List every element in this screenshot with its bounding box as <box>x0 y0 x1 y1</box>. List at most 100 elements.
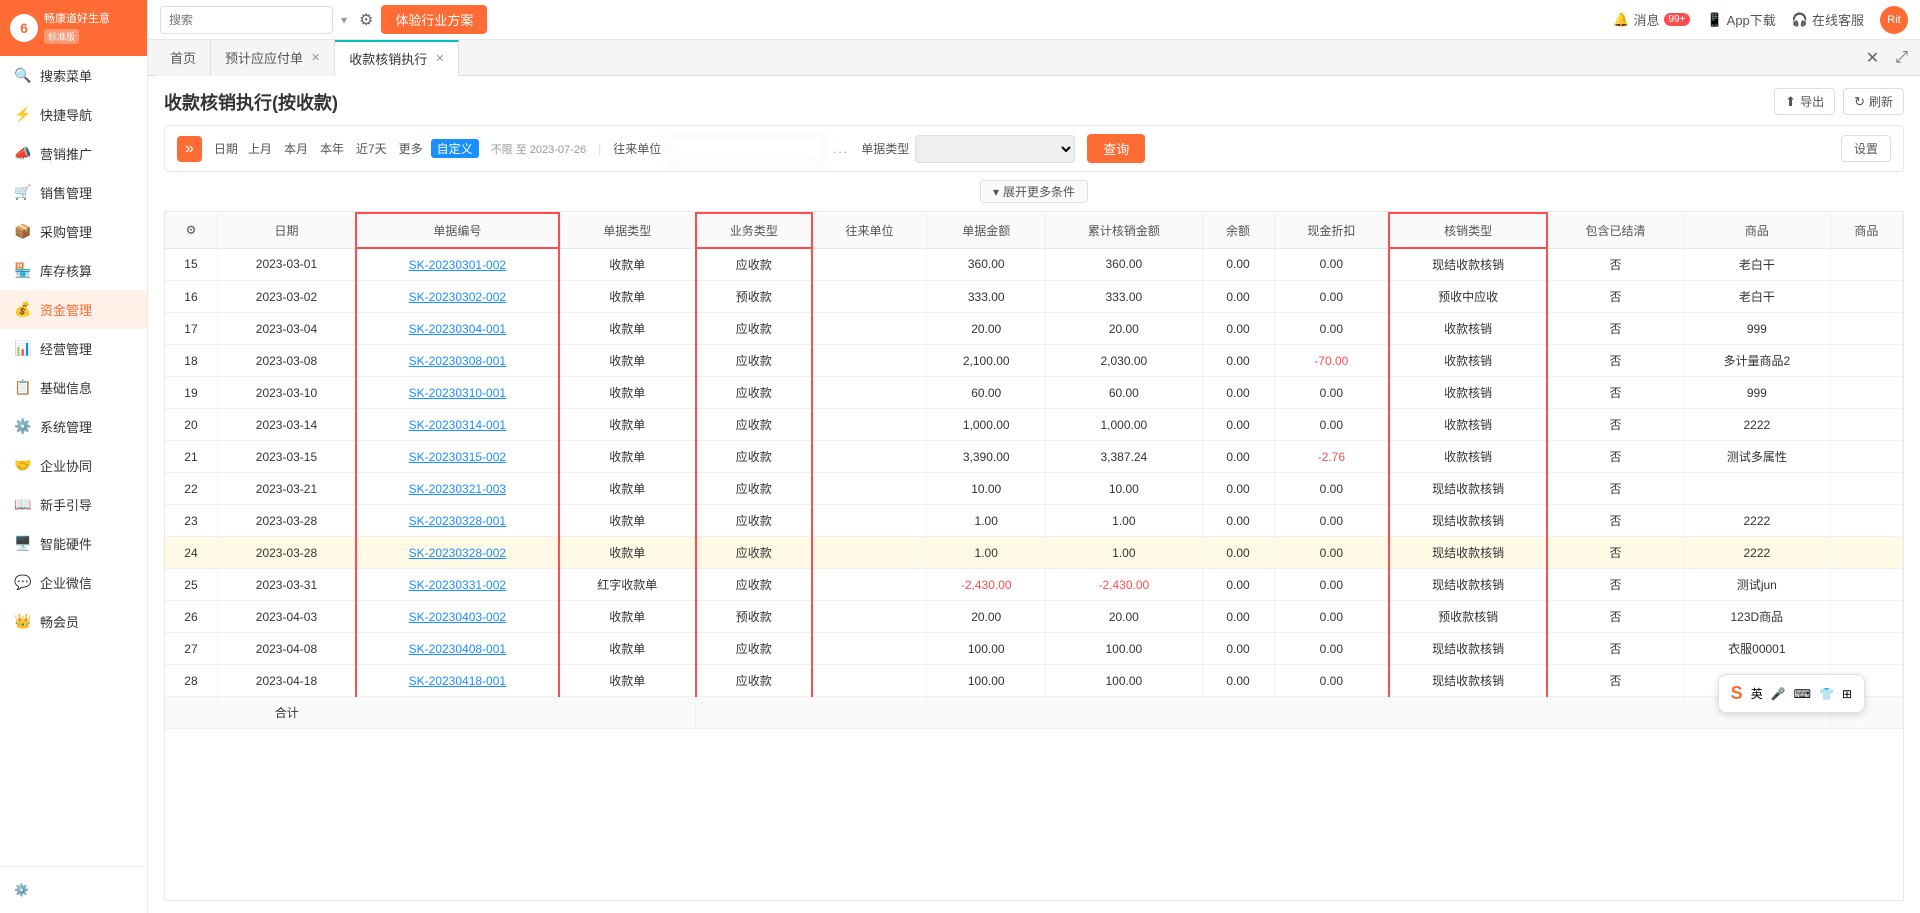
table-cell <box>1830 537 1902 569</box>
logo-number: 6 <box>20 20 28 36</box>
sidebar-item-guide[interactable]: 📖新手引导 <box>0 485 147 524</box>
logo-icon: 6 <box>10 14 38 42</box>
sidebar-item-basic[interactable]: 📋基础信息 <box>0 368 147 407</box>
col-header-settings[interactable]: ⚙ <box>165 213 217 248</box>
table-cell: 2023-03-14 <box>217 409 356 441</box>
date-last-month[interactable]: 上月 <box>244 139 276 158</box>
table-cell[interactable]: SK-20230314-001 <box>356 409 559 441</box>
tab-collection[interactable]: 收款核销执行 ✕ <box>335 40 459 76</box>
table-row: 152023-03-01SK-20230301-002收款单应收款████360… <box>165 248 1903 281</box>
purchase-icon: 📦 <box>14 223 32 241</box>
tab-home[interactable]: 首页 <box>156 40 211 76</box>
table-cell: 999 <box>1683 313 1830 345</box>
table-cell[interactable]: SK-20230301-002 <box>356 248 559 281</box>
table-cell: 应收款 <box>696 665 812 697</box>
sidebar-item-system[interactable]: ⚙️系统管理 <box>0 407 147 446</box>
topbar-search-input[interactable] <box>160 6 333 34</box>
table-cell[interactable]: SK-20230418-001 <box>356 665 559 697</box>
table-cell: 现结收款核销 <box>1389 505 1547 537</box>
table-cell: ████ <box>812 345 927 377</box>
col-header-bill-type: 单据类型 <box>559 213 696 248</box>
table-cell: 1,000.00 <box>927 409 1046 441</box>
widget-shirt-icon[interactable]: 👕 <box>1819 687 1834 701</box>
sidebar-item-inventory[interactable]: 🏪库存核算 <box>0 251 147 290</box>
table-cell: 28 <box>165 665 217 697</box>
sidebar-item-search[interactable]: 🔍搜索菜单 <box>0 56 147 95</box>
date-this-month[interactable]: 本月 <box>280 139 312 158</box>
table-cell[interactable]: SK-20230308-001 <box>356 345 559 377</box>
table-row: 222023-03-21SK-20230321-003收款单应收款████10.… <box>165 473 1903 505</box>
sidebar-item-hardware[interactable]: 🖥️智能硬件 <box>0 524 147 563</box>
table-cell[interactable]: SK-20230331-002 <box>356 569 559 601</box>
user-avatar[interactable]: Rit <box>1880 6 1908 34</box>
table-cell[interactable]: SK-20230302-002 <box>356 281 559 313</box>
finance-icon: 💰 <box>14 301 32 319</box>
total-cell <box>1274 697 1389 729</box>
page-title: 收款核销执行(按收款) <box>164 89 338 115</box>
table-cell[interactable]: SK-20230328-001 <box>356 505 559 537</box>
date-7days[interactable]: 近7天 <box>352 139 391 158</box>
table-cell: 预收款 <box>696 281 812 313</box>
sidebar-item-sales[interactable]: 🛒销售管理 <box>0 173 147 212</box>
widget-apps-icon[interactable]: ⊞ <box>1842 687 1852 701</box>
close-tab-button[interactable]: ✕ <box>1862 46 1883 70</box>
refresh-button[interactable]: ↻ 刷新 <box>1843 88 1904 115</box>
close-icon[interactable]: ✕ <box>311 51 320 64</box>
date-quick-links: 上月 本月 本年 近7天 更多 自定义 <box>244 139 479 158</box>
tab-receivable[interactable]: 预计应应付单 ✕ <box>211 40 335 76</box>
table-cell: 2222 <box>1683 409 1830 441</box>
widget-mic-icon[interactable]: 🎤 <box>1771 687 1786 701</box>
sidebar-settings[interactable]: ⚙️ <box>0 875 147 905</box>
table-cell: 应收款 <box>696 505 812 537</box>
table-row: 172023-03-04SK-20230304-001收款单应收款████20.… <box>165 313 1903 345</box>
date-this-year[interactable]: 本年 <box>316 139 348 158</box>
table-cell: 否 <box>1547 505 1683 537</box>
widget-keyboard-icon[interactable]: ⌨ <box>1794 687 1811 701</box>
filter-settings-button[interactable]: 设置 <box>1841 135 1891 162</box>
page-actions: ⬆ 导出 ↻ 刷新 <box>1774 88 1904 115</box>
table-cell[interactable]: SK-20230403-002 <box>356 601 559 633</box>
table-cell[interactable]: SK-20230321-003 <box>356 473 559 505</box>
topbar-right: 🔔 消息 99+ 📱 App下载 🎧 在线客服 Rit <box>1613 6 1908 34</box>
gear-icon[interactable]: ⚙ <box>359 10 373 30</box>
phone-icon: 📱 <box>1706 12 1722 28</box>
table-cell <box>1830 569 1902 601</box>
sidebar-item-marketing[interactable]: 📣营销推广 <box>0 134 147 173</box>
table-cell: 收款单 <box>559 377 696 409</box>
table-cell[interactable]: SK-20230315-002 <box>356 441 559 473</box>
sidebar-item-quick[interactable]: ⚡快捷导航 <box>0 95 147 134</box>
filter-toggle-button[interactable]: » <box>177 136 202 162</box>
sidebar-item-wechat[interactable]: 💬企业微信 <box>0 563 147 602</box>
table-cell[interactable]: SK-20230304-001 <box>356 313 559 345</box>
table-cell[interactable]: SK-20230408-001 <box>356 633 559 665</box>
table-cell[interactable]: SK-20230328-002 <box>356 537 559 569</box>
table-cell: 收款核销 <box>1389 313 1547 345</box>
message-button[interactable]: 🔔 消息 99+ <box>1613 10 1690 29</box>
tab-home-label: 首页 <box>170 48 196 67</box>
sidebar-item-purchase[interactable]: 📦采购管理 <box>0 212 147 251</box>
sidebar-item-operations[interactable]: 📊经营管理 <box>0 329 147 368</box>
marketing-icon: 📣 <box>14 145 32 163</box>
partner-input[interactable] <box>667 135 827 163</box>
bill-type-select[interactable] <box>915 135 1075 163</box>
sidebar-item-member[interactable]: 👑畅会员 <box>0 602 147 641</box>
online-service-button[interactable]: 🎧 在线客服 <box>1792 10 1864 29</box>
table-cell: 25 <box>165 569 217 601</box>
sidebar-item-finance[interactable]: 💰资金管理 <box>0 290 147 329</box>
export-button[interactable]: ⬆ 导出 <box>1774 88 1835 115</box>
date-more[interactable]: 更多 <box>395 139 427 158</box>
query-button[interactable]: 查询 <box>1087 134 1145 163</box>
table-cell[interactable]: SK-20230310-001 <box>356 377 559 409</box>
maximize-button[interactable]: ⤢ <box>1891 47 1912 69</box>
table-cell: 0.00 <box>1202 569 1274 601</box>
sidebar-item-enterprise[interactable]: 🤝企业协同 <box>0 446 147 485</box>
table-cell: 测试jun <box>1683 569 1830 601</box>
app-download-button[interactable]: 📱 App下载 <box>1706 10 1775 29</box>
table-cell: 60.00 <box>1046 377 1202 409</box>
close-icon[interactable]: ✕ <box>435 52 444 65</box>
date-custom[interactable]: 自定义 <box>431 139 479 158</box>
chevron-down-icon[interactable]: ▾ <box>341 13 347 27</box>
guide-icon: 📖 <box>14 496 32 514</box>
expand-conditions-button[interactable]: ▾ 展开更多条件 <box>980 180 1088 203</box>
industry-solution-button[interactable]: 体验行业方案 <box>381 5 487 34</box>
